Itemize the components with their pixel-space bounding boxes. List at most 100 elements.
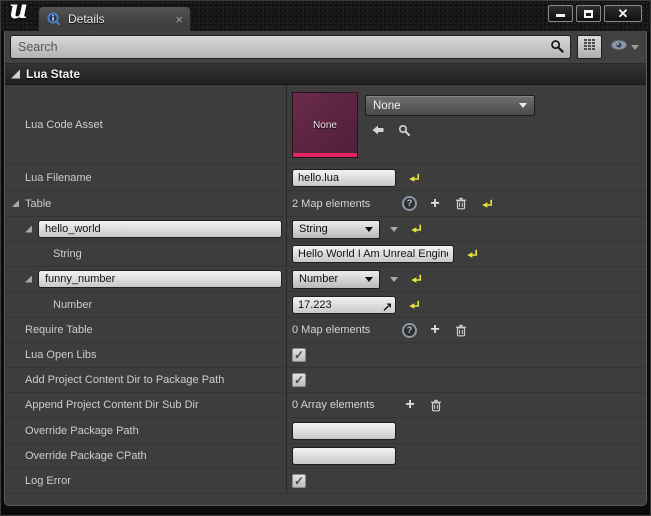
log-error-checkbox[interactable]: ✓ [292, 474, 306, 488]
check-icon: ✓ [293, 373, 305, 387]
category-expander-icon[interactable] [11, 69, 20, 79]
property-value: None None [287, 85, 646, 164]
plus-icon: + [430, 321, 440, 338]
row-table: Table 2 Map elements ? + [5, 191, 646, 217]
add-project-content-dir-checkbox[interactable]: ✓ [292, 373, 306, 387]
use-selected-asset-button[interactable] [370, 122, 386, 138]
asset-thumbnail[interactable]: None [292, 92, 358, 158]
details-panel: Lua State Lua Code Asset None [4, 31, 647, 506]
search-input[interactable] [10, 35, 571, 59]
property-value: Number [287, 267, 646, 291]
property-label: Lua Filename [5, 165, 287, 190]
close-icon: ✕ [617, 6, 629, 21]
row-override-package-cpath: Override Package CPath [5, 444, 646, 469]
category-header-lua-state[interactable]: Lua State [5, 64, 646, 85]
property-value: String [287, 217, 646, 241]
row-map-key-funny-number: Number [5, 267, 646, 292]
property-label: Log Error [5, 469, 287, 493]
property-label: Append Project Content Dir Sub Dir [5, 393, 287, 417]
override-package-path-input[interactable] [292, 421, 396, 440]
row-lua-code-asset: Lua Code Asset None None [5, 85, 646, 165]
empty-map-button[interactable] [453, 322, 469, 338]
row-map-key-hello-world: String [5, 217, 646, 242]
row-add-project-content-dir: Add Project Content Dir to Package Path … [5, 368, 646, 393]
value-type-combo[interactable]: Number [292, 269, 380, 289]
lua-filename-input[interactable] [292, 168, 396, 187]
property-value: 0 Map elements ? + [287, 318, 646, 342]
chevron-down-icon [365, 276, 373, 282]
plus-icon: + [405, 396, 415, 413]
map-key-input[interactable] [38, 220, 282, 238]
map-key-input[interactable] [38, 270, 282, 288]
add-element-button[interactable]: + [427, 194, 443, 212]
expander-icon[interactable] [25, 225, 32, 233]
property-value: 0 Array elements + [287, 393, 646, 417]
details-tab-icon [46, 11, 62, 27]
reset-to-default-icon[interactable] [406, 297, 422, 313]
reset-to-default-icon[interactable] [408, 221, 424, 237]
expander-icon[interactable] [25, 275, 32, 283]
label-text: Add Project Content Dir to Package Path [25, 374, 225, 386]
window-controls: ✕ [548, 5, 642, 22]
add-element-button[interactable]: + [427, 322, 443, 338]
number-spinbox [292, 295, 396, 314]
row-append-project-content-dir: Append Project Content Dir Sub Dir 0 Arr… [5, 393, 646, 418]
property-value: 2 Map elements ? + [287, 191, 646, 216]
plus-icon: + [430, 194, 440, 212]
string-value-input[interactable] [292, 245, 454, 263]
label-text: Override Package CPath [25, 450, 147, 462]
property-value [287, 444, 646, 468]
element-options-icon[interactable] [390, 226, 398, 232]
view-options-button[interactable] [608, 36, 641, 58]
lua-open-libs-checkbox[interactable]: ✓ [292, 348, 306, 362]
reset-to-default-icon[interactable] [464, 246, 480, 262]
asset-combo[interactable]: None [365, 95, 535, 116]
property-value [287, 418, 646, 443]
chevron-down-icon [365, 226, 373, 232]
value-scrub-icon[interactable] [382, 299, 392, 317]
number-value-input[interactable] [292, 296, 396, 314]
chevron-down-icon [519, 103, 527, 108]
reset-to-default-icon[interactable] [406, 170, 422, 186]
override-package-cpath-input[interactable] [292, 447, 396, 465]
element-options-icon[interactable] [390, 276, 398, 282]
map-key [5, 217, 287, 241]
category-title: Lua State [26, 67, 81, 81]
property-label: Table [5, 191, 287, 216]
value-type-combo[interactable]: String [292, 219, 380, 239]
asset-type-color-strip [293, 153, 357, 157]
tab-close-icon[interactable]: × [175, 13, 183, 26]
property-value: ✓ [287, 469, 646, 493]
eye-icon [610, 38, 628, 56]
empty-array-button[interactable] [428, 397, 444, 413]
expander-icon[interactable] [12, 200, 19, 207]
empty-map-button[interactable] [453, 196, 469, 212]
help-icon[interactable]: ? [402, 196, 417, 211]
add-element-button[interactable]: + [402, 397, 418, 413]
close-button[interactable]: ✕ [604, 5, 642, 22]
asset-thumbnail-text: None [313, 119, 337, 131]
reset-to-default-icon[interactable] [479, 196, 495, 212]
property-matrix-button[interactable] [577, 35, 602, 59]
label-text: Append Project Content Dir Sub Dir [25, 399, 199, 411]
row-lua-filename: Lua Filename [5, 165, 646, 191]
browse-to-asset-button[interactable] [396, 122, 412, 138]
check-icon: ✓ [293, 474, 305, 488]
help-icon[interactable]: ? [402, 322, 417, 338]
tab-details[interactable]: Details × [38, 6, 191, 31]
property-value: ✓ [287, 368, 646, 392]
asset-tools [365, 122, 535, 138]
value-type-text: String [299, 223, 328, 235]
minimize-button[interactable] [548, 5, 573, 22]
map-elements-count: 0 Map elements [292, 324, 371, 336]
asset-picker: None None [292, 85, 535, 158]
reset-to-default-icon[interactable] [408, 271, 424, 287]
tab-title: Details [68, 12, 105, 26]
row-lua-open-libs: Lua Open Libs ✓ [5, 343, 646, 368]
minimize-icon [556, 14, 565, 17]
maximize-button[interactable] [576, 5, 601, 22]
property-value [287, 292, 646, 317]
row-hello-world-string: String [5, 242, 646, 267]
label-text: String [53, 248, 82, 260]
title-bar: u Details × ✕ [1, 1, 650, 31]
